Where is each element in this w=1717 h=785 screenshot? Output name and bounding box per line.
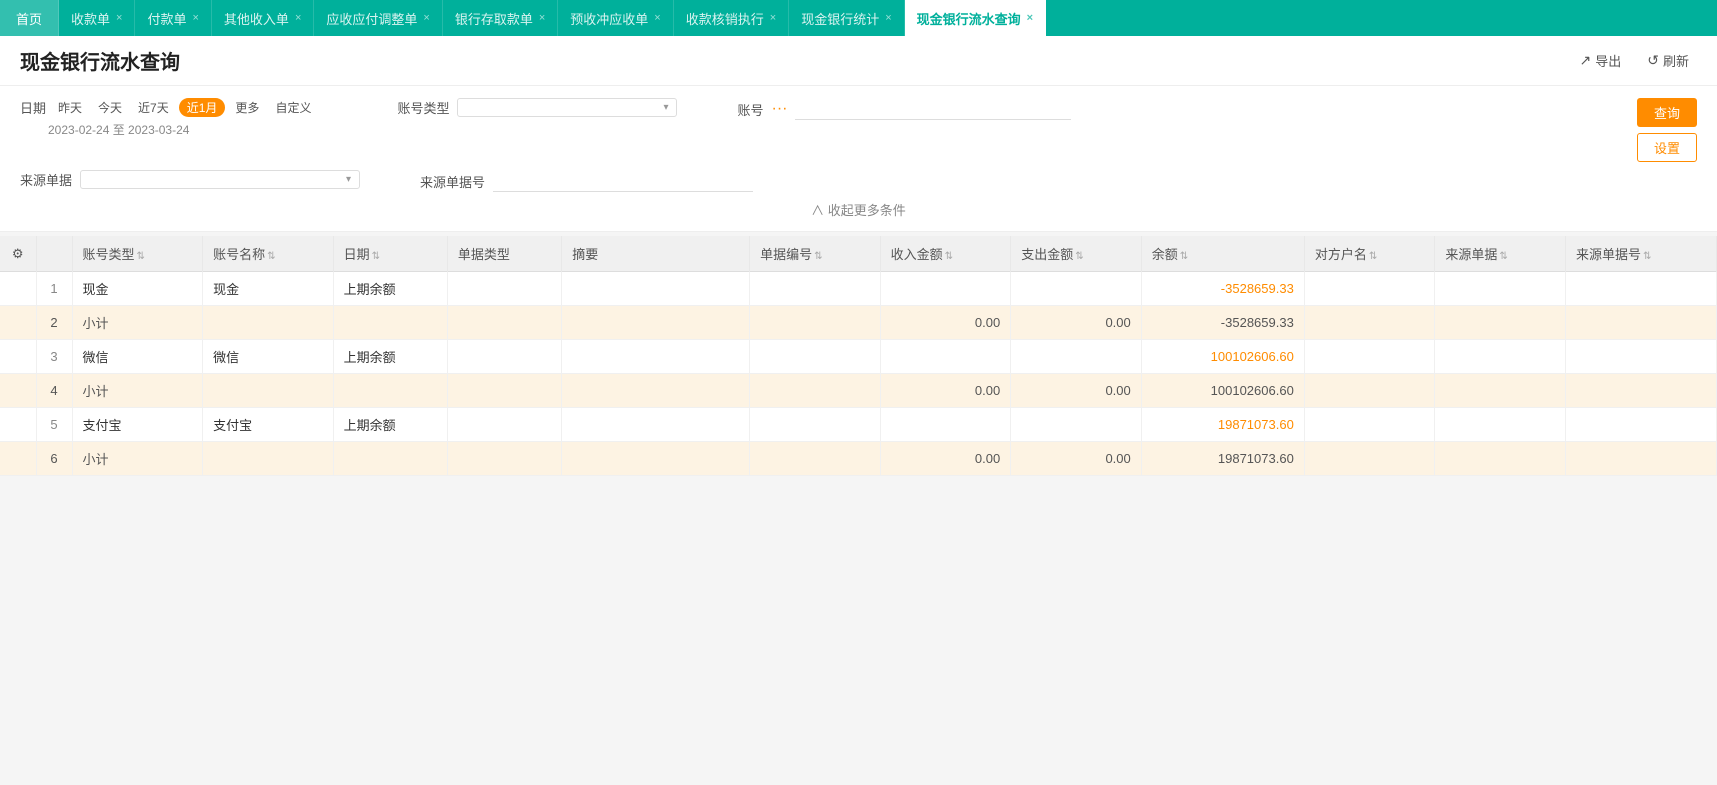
export-icon: ↗ <box>1580 52 1592 69</box>
table-body: 1现金现金上期余额-3528659.332小计0.000.00-3528659.… <box>0 272 1717 476</box>
nav-tab-其他收入单[interactable]: 其他收入单× <box>212 0 314 36</box>
source-doc-label: 来源单据 <box>20 170 72 189</box>
refresh-icon: ↺ <box>1647 52 1659 69</box>
table-container: ⚙ 账号类型⇅ 账号名称⇅ 日期⇅ 单据类型 摘要 单据编号⇅ 收入金额⇅ 支出… <box>0 236 1717 476</box>
nav-tab-收款单[interactable]: 收款单× <box>59 0 135 36</box>
account-type-group: 账号类型 ▾ <box>397 98 677 117</box>
export-button[interactable]: ↗ 导出 <box>1572 47 1630 74</box>
account-type-select[interactable]: ▾ <box>457 98 677 117</box>
column-doc-type: 单据类型 <box>447 236 561 272</box>
settings-button[interactable]: 设置 <box>1637 133 1697 162</box>
nav-tab-现金银行统计[interactable]: 现金银行统计× <box>789 0 904 36</box>
date-range-display: 2023-02-24 至 2023-03-24 <box>20 121 317 138</box>
collapse-label: 收起更多条件 <box>828 203 906 218</box>
source-doc-no-label: 来源单据号 <box>420 172 485 191</box>
refresh-label: 刷新 <box>1663 51 1689 70</box>
nav-tab-银行存取款单[interactable]: 银行存取款单× <box>443 0 558 36</box>
table-row: 5支付宝支付宝上期余额19871073.60 <box>0 408 1717 442</box>
column-source-doc-no[interactable]: 来源单据号⇅ <box>1565 236 1716 272</box>
date-filter-group: 日期 昨天今天近7天近1月更多自定义 2023-02-24 至 2023-03-… <box>20 98 317 138</box>
column-expense[interactable]: 支出金额⇅ <box>1011 236 1142 272</box>
account-group: 账号 ··· <box>737 98 1071 120</box>
export-label: 导出 <box>1595 51 1621 70</box>
nav-home-label: 首页 <box>16 9 42 28</box>
account-input[interactable] <box>795 98 1071 120</box>
date-shortcut-自定义[interactable]: 自定义 <box>269 98 317 117</box>
date-shortcut-近7天[interactable]: 近7天 <box>132 98 175 117</box>
column-summary: 摘要 <box>562 236 750 272</box>
account-input-group: ··· <box>771 98 1071 120</box>
nav-tab-应收应付调整单[interactable]: 应收应付调整单× <box>314 0 442 36</box>
column-num <box>36 236 72 272</box>
source-doc-no-group: 来源单据号 <box>420 170 753 192</box>
filter-row-1: 日期 昨天今天近7天近1月更多自定义 2023-02-24 至 2023-03-… <box>20 98 1697 162</box>
column-counterpart[interactable]: 对方户名⇅ <box>1304 236 1435 272</box>
header-actions: ↗ 导出 ↺ 刷新 <box>1572 47 1698 74</box>
page-header: 现金银行流水查询 ↗ 导出 ↺ 刷新 <box>0 36 1717 86</box>
source-doc-select[interactable]: ▾ <box>80 170 360 189</box>
column-gear[interactable]: ⚙ <box>0 236 36 272</box>
column-balance[interactable]: 余额⇅ <box>1141 236 1304 272</box>
refresh-button[interactable]: ↺ 刷新 <box>1639 47 1697 74</box>
account-type-arrow-icon: ▾ <box>663 102 668 113</box>
query-button[interactable]: 查询 <box>1637 98 1697 127</box>
source-doc-group: 来源单据 ▾ <box>20 170 360 189</box>
filter-area: 日期 昨天今天近7天近1月更多自定义 2023-02-24 至 2023-03-… <box>0 86 1717 232</box>
date-shortcuts: 昨天今天近7天近1月更多自定义 <box>52 98 317 117</box>
column-source-doc[interactable]: 来源单据⇅ <box>1435 236 1566 272</box>
column-account-type[interactable]: 账号类型⇅ <box>72 236 203 272</box>
nav-tab-收款核销执行[interactable]: 收款核销执行× <box>674 0 789 36</box>
date-shortcut-昨天[interactable]: 昨天 <box>52 98 88 117</box>
table-header-row: ⚙ 账号类型⇅ 账号名称⇅ 日期⇅ 单据类型 摘要 单据编号⇅ 收入金额⇅ 支出… <box>0 236 1717 272</box>
filter-row-2: 来源单据 ▾ 来源单据号 <box>20 170 1697 192</box>
column-doc-no[interactable]: 单据编号⇅ <box>750 236 881 272</box>
table-row: 3微信微信上期余额100102606.60 <box>0 340 1717 374</box>
column-account-name[interactable]: 账号名称⇅ <box>203 236 334 272</box>
column-income[interactable]: 收入金额⇅ <box>880 236 1011 272</box>
collapse-arrow-icon: ∧ <box>811 203 828 218</box>
source-doc-arrow-icon: ▾ <box>346 174 351 185</box>
table-row: 6小计0.000.0019871073.60 <box>0 442 1717 476</box>
data-table: ⚙ 账号类型⇅ 账号名称⇅ 日期⇅ 单据类型 摘要 单据编号⇅ 收入金额⇅ 支出… <box>0 236 1717 476</box>
nav-tab-预收冲应收单[interactable]: 预收冲应收单× <box>558 0 673 36</box>
account-label: 账号 <box>737 100 763 119</box>
table-row: 1现金现金上期余额-3528659.33 <box>0 272 1717 306</box>
date-shortcut-今天[interactable]: 今天 <box>92 98 128 117</box>
page-title: 现金银行流水查询 <box>20 46 180 75</box>
collapse-bar[interactable]: ∧ 收起更多条件 <box>20 196 1697 223</box>
nav-tab-付款单[interactable]: 付款单× <box>135 0 211 36</box>
source-doc-no-input[interactable] <box>493 170 753 192</box>
table-row: 2小计0.000.00-3528659.33 <box>0 306 1717 340</box>
date-label: 日期 <box>20 98 46 117</box>
action-buttons: 查询 设置 <box>1637 98 1697 162</box>
account-dots-icon[interactable]: ··· <box>771 100 787 118</box>
date-shortcut-更多[interactable]: 更多 <box>229 98 265 117</box>
nav-home[interactable]: 首页 <box>0 0 59 36</box>
date-shortcuts-row: 日期 昨天今天近7天近1月更多自定义 <box>20 98 317 117</box>
column-date[interactable]: 日期⇅ <box>333 236 447 272</box>
table-row: 4小计0.000.00100102606.60 <box>0 374 1717 408</box>
account-type-label: 账号类型 <box>397 98 449 117</box>
date-shortcut-近1月[interactable]: 近1月 <box>179 98 226 117</box>
top-nav: 首页 收款单×付款单×其他收入单×应收应付调整单×银行存取款单×预收冲应收单×收… <box>0 0 1717 36</box>
nav-tab-现金银行流水查询[interactable]: 现金银行流水查询× <box>905 0 1046 36</box>
